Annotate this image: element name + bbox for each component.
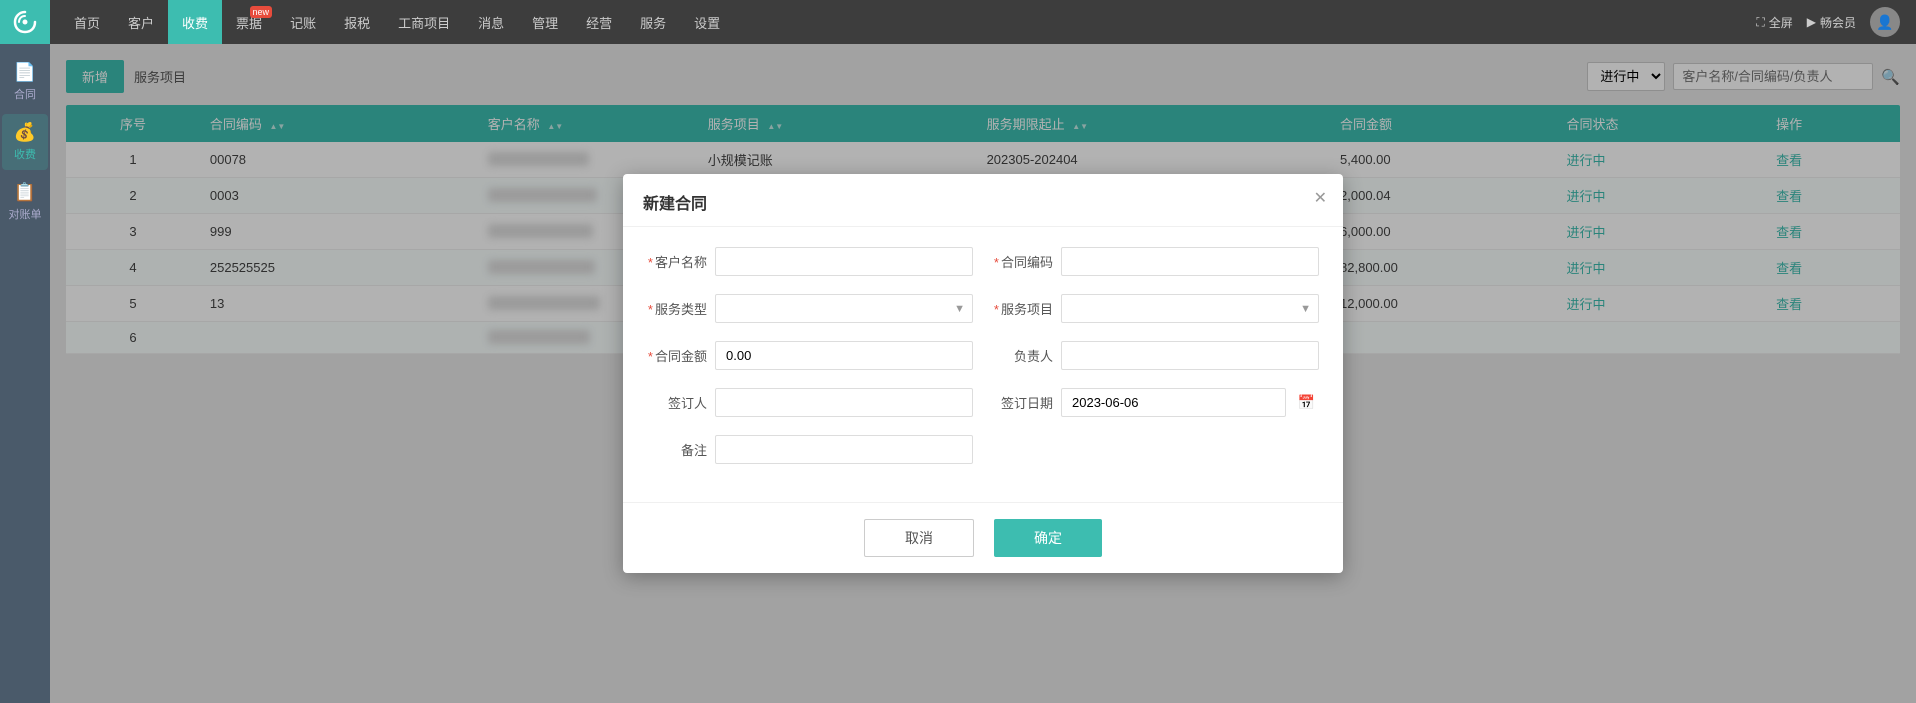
form-row-3: *合同金额 负责人	[647, 341, 1319, 370]
cancel-button[interactable]: 取消	[864, 519, 974, 557]
main-content: 新增 服务项目 进行中 全部 已完成 已终止 🔍 序号 合同编码 ▲▼	[50, 44, 1916, 703]
service-item-select[interactable]	[1061, 294, 1319, 323]
required-star-2: *	[994, 255, 999, 270]
required-star-4: *	[994, 302, 999, 317]
form-row-5: 备注	[647, 435, 1319, 464]
contract-no-label: *合同编码	[993, 252, 1053, 271]
sidebar-item-contract[interactable]: 📄 合同	[2, 54, 48, 110]
modal-close-button[interactable]: ✕	[1314, 188, 1327, 208]
contract-icon: 📄	[14, 62, 36, 83]
form-group-customer-name: *客户名称	[647, 247, 973, 276]
modal-title: 新建合同	[623, 174, 1343, 227]
logo[interactable]	[0, 0, 50, 44]
fullscreen-button[interactable]: ⛶ 全屏	[1756, 14, 1792, 31]
fullscreen-icon: ⛶	[1756, 15, 1764, 30]
service-type-select[interactable]	[715, 294, 973, 323]
service-item-select-wrap: ▼	[1061, 294, 1319, 323]
new-contract-modal: 新建合同 ✕ *客户名称 *合同编码	[623, 174, 1343, 573]
remark-input[interactable]	[715, 435, 973, 464]
nav-items: 首页 客户 收费 票据 new 记账 报税 工商项目 消息 管理 经营 服务 设…	[50, 0, 1756, 44]
form-group-amount: *合同金额	[647, 341, 973, 370]
nav-service[interactable]: 服务	[626, 0, 680, 44]
customer-name-label: *客户名称	[647, 252, 707, 271]
form-group-contract-no: *合同编码	[993, 247, 1319, 276]
confirm-button[interactable]: 确定	[994, 519, 1102, 557]
main-layout: 📄 合同 💰 收费 📋 对账单 新增 服务项目 进行中 全部 已完成 已终止	[0, 44, 1916, 703]
nav-message[interactable]: 消息	[464, 0, 518, 44]
signer-input[interactable]	[715, 388, 973, 417]
amount-input[interactable]	[715, 341, 973, 370]
nav-home[interactable]: 首页	[60, 0, 114, 44]
nav-invoice[interactable]: 票据 new	[222, 0, 276, 44]
avatar[interactable]: 👤	[1870, 7, 1900, 37]
form-group-service-item: *服务项目 ▼	[993, 294, 1319, 323]
form-group-signer: 签订人	[647, 388, 973, 417]
responsible-label: 负责人	[993, 346, 1053, 365]
fee-icon: 💰	[14, 122, 36, 143]
sidebar: 📄 合同 💰 收费 📋 对账单	[0, 44, 50, 703]
form-group-remark: 备注	[647, 435, 973, 464]
topnav-right: ⛶ 全屏 ▶ 畅会员 👤	[1756, 7, 1916, 37]
contract-no-input[interactable]	[1061, 247, 1319, 276]
top-navigation: 首页 客户 收费 票据 new 记账 报税 工商项目 消息 管理 经营 服务 设…	[0, 0, 1916, 44]
service-type-label: *服务类型	[647, 299, 707, 318]
required-star-3: *	[648, 302, 653, 317]
member-button[interactable]: ▶ 畅会员	[1807, 14, 1856, 31]
sidebar-item-statement-label: 对账单	[9, 206, 42, 222]
modal-footer: 取消 确定	[623, 502, 1343, 573]
remark-label: 备注	[647, 440, 707, 459]
nav-business[interactable]: 工商项目	[384, 0, 464, 44]
form-row-4: 签订人 签订日期 📅	[647, 388, 1319, 417]
sidebar-item-fee-label: 收费	[14, 146, 36, 162]
nav-manage[interactable]: 管理	[518, 0, 572, 44]
nav-customer[interactable]: 客户	[114, 0, 168, 44]
sidebar-item-statement[interactable]: 📋 对账单	[2, 174, 48, 230]
form-group-service-type: *服务类型 ▼	[647, 294, 973, 323]
form-row-2: *服务类型 ▼ *服务项目	[647, 294, 1319, 323]
customer-name-input[interactable]	[715, 247, 973, 276]
sign-date-input[interactable]	[1061, 388, 1286, 417]
service-item-label: *服务项目	[993, 299, 1053, 318]
form-group-sign-date: 签订日期 📅	[993, 388, 1319, 417]
required-star-5: *	[648, 349, 653, 364]
nav-settings[interactable]: 设置	[680, 0, 734, 44]
amount-label: *合同金额	[647, 346, 707, 365]
nav-tax[interactable]: 报税	[330, 0, 384, 44]
sidebar-item-contract-label: 合同	[14, 86, 36, 102]
responsible-input[interactable]	[1061, 341, 1319, 370]
play-icon: ▶	[1807, 15, 1816, 29]
service-type-select-wrap: ▼	[715, 294, 973, 323]
new-badge: new	[250, 6, 273, 18]
form-group-responsible: 负责人	[993, 341, 1319, 370]
statement-icon: 📋	[14, 182, 36, 203]
modal-overlay: 新建合同 ✕ *客户名称 *合同编码	[50, 44, 1916, 703]
modal-body: *客户名称 *合同编码	[623, 227, 1343, 502]
sidebar-item-fee[interactable]: 💰 收费	[2, 114, 48, 170]
nav-operation[interactable]: 经营	[572, 0, 626, 44]
nav-fee[interactable]: 收费	[168, 0, 222, 44]
signer-label: 签订人	[647, 393, 707, 412]
required-star-1: *	[648, 255, 653, 270]
form-row-1: *客户名称 *合同编码	[647, 247, 1319, 276]
sign-date-label: 签订日期	[993, 393, 1053, 412]
nav-bookkeeping[interactable]: 记账	[276, 0, 330, 44]
calendar-icon-button[interactable]: 📅	[1294, 394, 1319, 411]
